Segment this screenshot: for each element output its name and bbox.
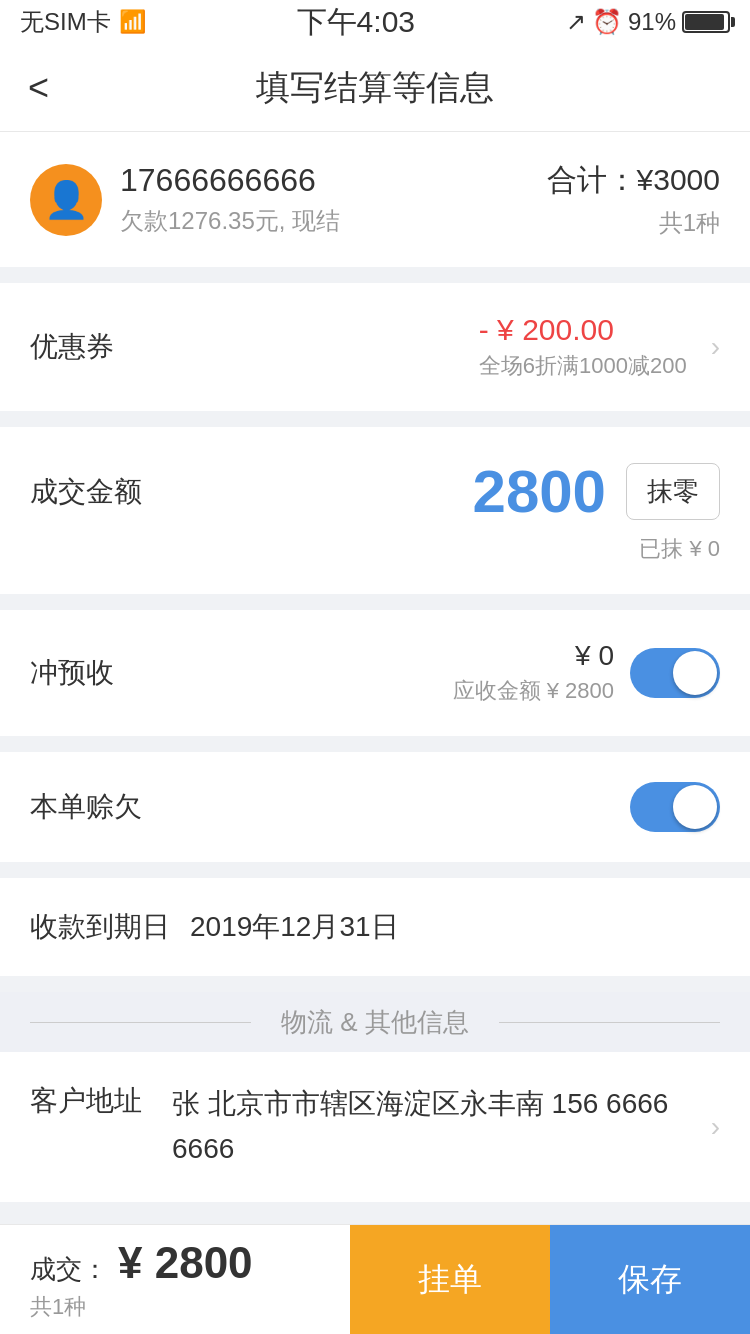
wifi-icon: 📶 bbox=[119, 9, 146, 35]
customer-right: 合计：¥3000 共1种 bbox=[547, 160, 720, 239]
customer-info: 17666666666 欠款1276.35元, 现结 bbox=[120, 162, 340, 237]
round-button[interactable]: 抹零 bbox=[626, 463, 720, 520]
prepay-amount: ¥ 0 bbox=[453, 640, 614, 672]
nav-bar: < 填写结算等信息 bbox=[0, 44, 750, 132]
save-button[interactable]: 保存 bbox=[550, 1225, 750, 1335]
avatar: 👤 bbox=[30, 164, 102, 236]
divider-line-left bbox=[30, 1022, 251, 1023]
address-value: 张 北京市市辖区海淀区永丰南 156 6666 6666 bbox=[172, 1082, 701, 1172]
bottom-deal-count: 共1种 bbox=[30, 1292, 320, 1322]
address-chevron-icon: › bbox=[711, 1111, 720, 1143]
status-left: 无SIM卡 📶 bbox=[20, 6, 146, 38]
total-amount: 合计：¥3000 bbox=[547, 160, 720, 201]
deal-amount: 2800 bbox=[473, 457, 606, 526]
total-count: 共1种 bbox=[547, 207, 720, 239]
debt-label: 本单赊欠 bbox=[30, 788, 142, 826]
deal-sub: 已抹 ¥ 0 bbox=[30, 534, 720, 564]
duedate-value: 2019年12月31日 bbox=[190, 908, 399, 946]
coupon-discount: - ¥ 200.00 bbox=[479, 313, 687, 347]
prepay-toggle[interactable] bbox=[630, 648, 720, 698]
chevron-right-icon: › bbox=[711, 331, 720, 363]
divider-line-right bbox=[499, 1022, 720, 1023]
prepay-sub: 应收金额 ¥ 2800 bbox=[453, 676, 614, 706]
deal-section: 成交金额 2800 抹零 已抹 ¥ 0 bbox=[0, 427, 750, 594]
alarm-icon: ⏰ bbox=[592, 8, 622, 36]
deal-label: 成交金额 bbox=[30, 473, 142, 511]
status-time: 下午4:03 bbox=[297, 2, 415, 43]
prepay-right: ¥ 0 应收金额 ¥ 2800 bbox=[453, 640, 720, 706]
coupon-section: 优惠券 - ¥ 200.00 全场6折满1000减200 › bbox=[0, 283, 750, 411]
status-bar: 无SIM卡 📶 下午4:03 ↗ ⏰ 91% bbox=[0, 0, 750, 44]
prepay-label: 冲预收 bbox=[30, 654, 114, 692]
coupon-right: - ¥ 200.00 全场6折满1000减200 › bbox=[479, 313, 720, 381]
debt-section: 本单赊欠 bbox=[0, 752, 750, 862]
bottom-deal-row: 成交： ¥ 2800 bbox=[30, 1238, 320, 1288]
debt-toggle-knob bbox=[673, 785, 717, 829]
deal-value-wrap: 2800 抹零 bbox=[473, 457, 720, 526]
toggle-knob bbox=[673, 651, 717, 695]
location-icon: ↗ bbox=[566, 8, 586, 36]
prepay-amount-wrap: ¥ 0 应收金额 ¥ 2800 bbox=[453, 640, 614, 706]
coupon-row[interactable]: 优惠券 - ¥ 200.00 全场6折满1000减200 › bbox=[0, 283, 750, 411]
bottom-deal-amount: ¥ 2800 bbox=[118, 1238, 253, 1288]
prepay-section: 冲预收 ¥ 0 应收金额 ¥ 2800 bbox=[0, 610, 750, 736]
avatar-icon: 👤 bbox=[44, 179, 89, 221]
customer-debt: 欠款1276.35元, 现结 bbox=[120, 205, 340, 237]
no-sim-text: 无SIM卡 bbox=[20, 6, 111, 38]
customer-left: 👤 17666666666 欠款1276.35元, 现结 bbox=[30, 162, 340, 237]
hang-button[interactable]: 挂单 bbox=[350, 1225, 550, 1335]
customer-card: 👤 17666666666 欠款1276.35元, 现结 合计：¥3000 共1… bbox=[0, 132, 750, 267]
page-title: 填写结算等信息 bbox=[256, 65, 494, 111]
address-section[interactable]: 客户地址 张 北京市市辖区海淀区永丰南 156 6666 6666 › bbox=[0, 1052, 750, 1202]
coupon-desc: 全场6折满1000减200 bbox=[479, 351, 687, 381]
customer-phone: 17666666666 bbox=[120, 162, 340, 199]
battery-percent: 91% bbox=[628, 8, 676, 36]
bottom-left: 成交： ¥ 2800 共1种 bbox=[0, 1238, 350, 1322]
address-label: 客户地址 bbox=[30, 1082, 142, 1120]
logistics-divider: 物流 & 其他信息 bbox=[0, 992, 750, 1052]
debt-toggle[interactable] bbox=[630, 782, 720, 832]
status-right: ↗ ⏰ 91% bbox=[566, 8, 730, 36]
duedate-label: 收款到期日 bbox=[30, 908, 170, 946]
battery-icon bbox=[682, 11, 730, 33]
prepay-row: 冲预收 ¥ 0 应收金额 ¥ 2800 bbox=[30, 640, 720, 706]
page-content: 👤 17666666666 欠款1276.35元, 现结 合计：¥3000 共1… bbox=[0, 132, 750, 1334]
back-button[interactable]: < bbox=[28, 67, 49, 109]
deal-row: 成交金额 2800 抹零 bbox=[30, 457, 720, 526]
bottom-bar: 成交： ¥ 2800 共1种 挂单 保存 bbox=[0, 1224, 750, 1334]
coupon-label: 优惠券 bbox=[30, 328, 114, 366]
duedate-section: 收款到期日 2019年12月31日 bbox=[0, 878, 750, 976]
bottom-deal-label: 成交： bbox=[30, 1252, 108, 1287]
divider-text: 物流 & 其他信息 bbox=[281, 1005, 469, 1040]
